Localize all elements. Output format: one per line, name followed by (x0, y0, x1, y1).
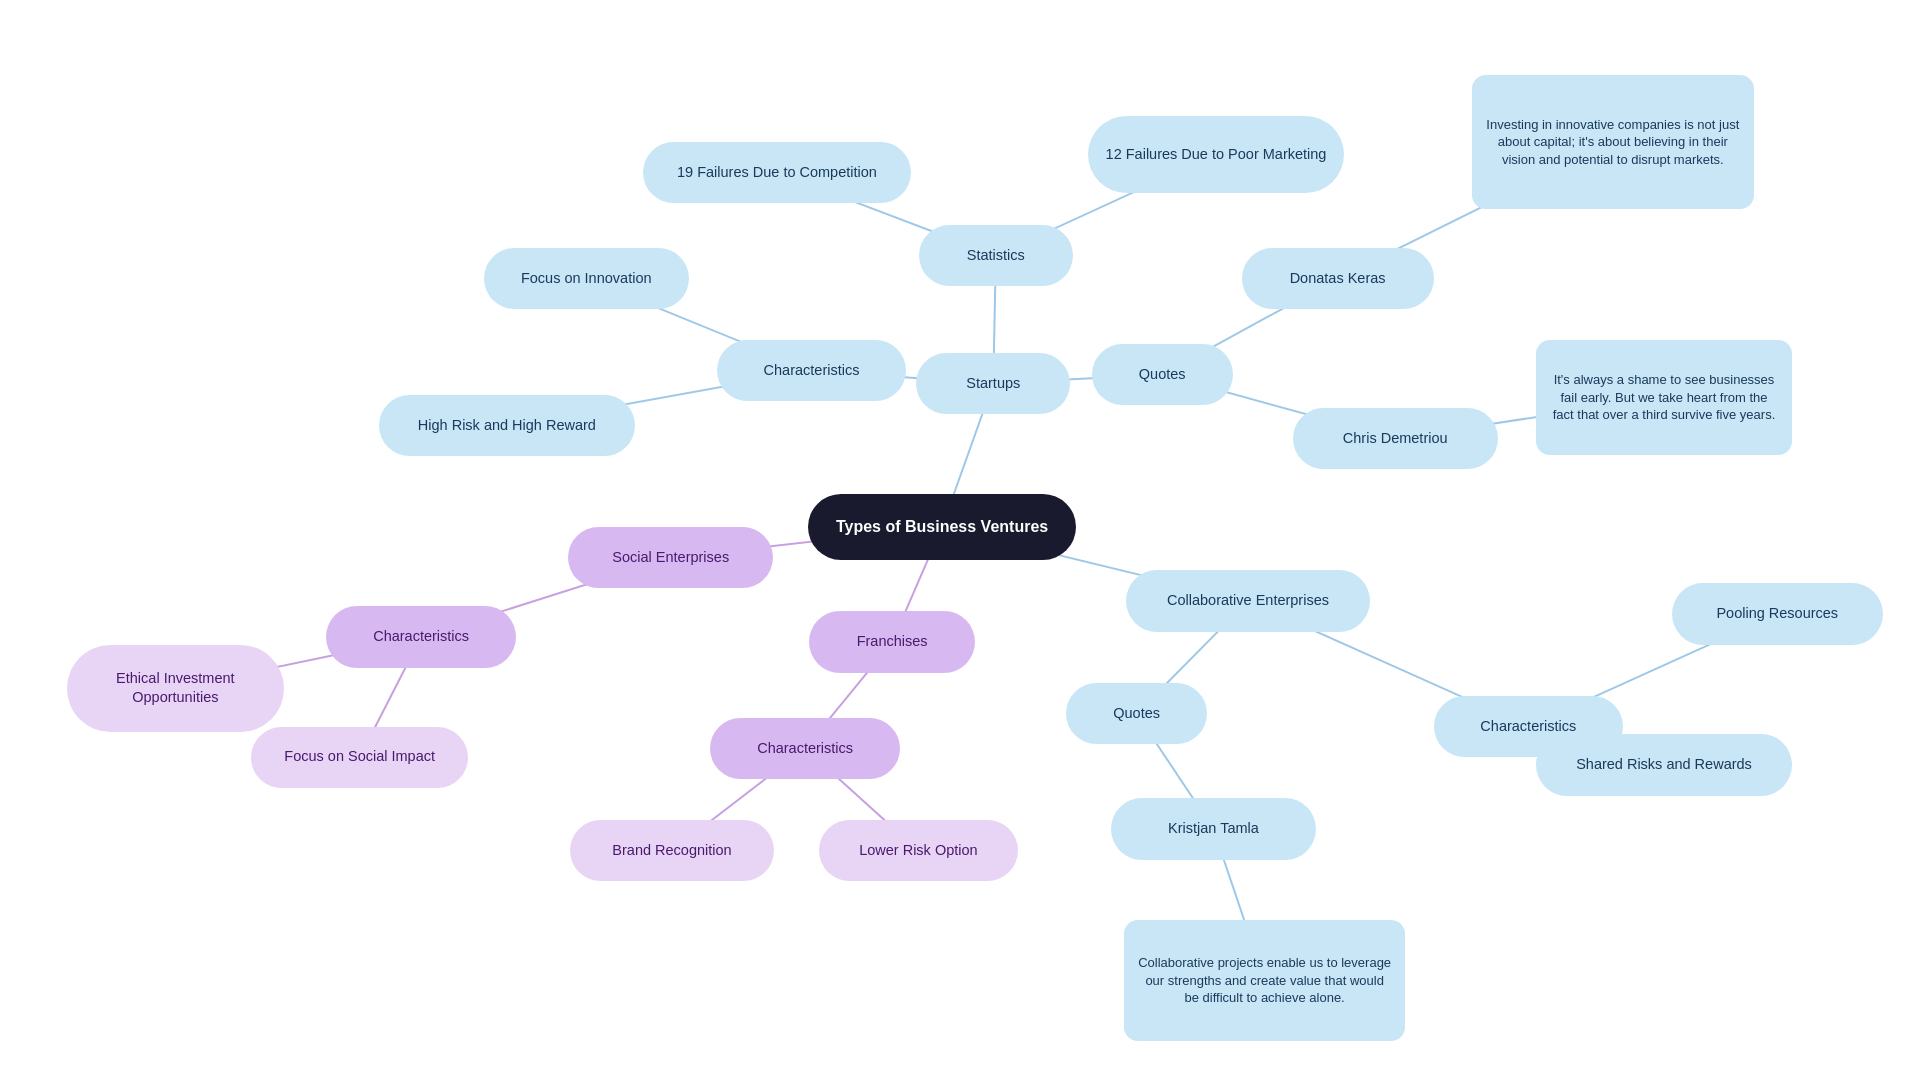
node-char_startups[interactable]: Characteristics (717, 340, 906, 401)
node-quote2_text[interactable]: It's always a shame to see businesses fa… (1536, 340, 1792, 455)
node-innovation[interactable]: Focus on Innovation (484, 248, 689, 309)
node-brand[interactable]: Brand Recognition (570, 820, 775, 881)
node-ethical[interactable]: Ethical Investment Opportunities (67, 645, 285, 732)
node-shared_risks[interactable]: Shared Risks and Rewards (1536, 734, 1792, 795)
node-stat2[interactable]: 12 Failures Due to Poor Marketing (1088, 116, 1344, 193)
node-pooling[interactable]: Pooling Resources (1672, 583, 1883, 644)
node-char_franchises[interactable]: Characteristics (710, 718, 899, 779)
node-collab_quote_text[interactable]: Collaborative projects enable us to leve… (1124, 920, 1406, 1042)
node-center[interactable]: Types of Business Ventures (808, 494, 1077, 561)
node-quotes_startups[interactable]: Quotes (1092, 344, 1233, 405)
node-collab_ent[interactable]: Collaborative Enterprises (1126, 570, 1369, 631)
node-franchises[interactable]: Franchises (809, 611, 975, 672)
node-donatas[interactable]: Donatas Keras (1242, 248, 1434, 309)
node-statistics[interactable]: Statistics (919, 225, 1073, 286)
mindmap-container: Types of Business Ventures Startups Statis… (0, 0, 1920, 1083)
node-social_ent[interactable]: Social Enterprises (568, 527, 773, 588)
node-high_risk[interactable]: High Risk and High Reward (379, 395, 635, 456)
node-quotes_collab[interactable]: Quotes (1066, 683, 1207, 744)
node-quote1_text[interactable]: Investing in innovative companies is not… (1472, 75, 1754, 209)
node-lower_risk[interactable]: Lower Risk Option (819, 820, 1017, 881)
node-stat1[interactable]: 19 Failures Due to Competition (643, 142, 912, 203)
node-social_impact[interactable]: Focus on Social Impact (251, 727, 469, 788)
node-char_social[interactable]: Characteristics (326, 606, 515, 667)
node-kristjan[interactable]: Kristjan Tamla (1111, 798, 1316, 859)
node-startups[interactable]: Startups (916, 353, 1070, 414)
node-chris[interactable]: Chris Demetriou (1293, 408, 1498, 469)
